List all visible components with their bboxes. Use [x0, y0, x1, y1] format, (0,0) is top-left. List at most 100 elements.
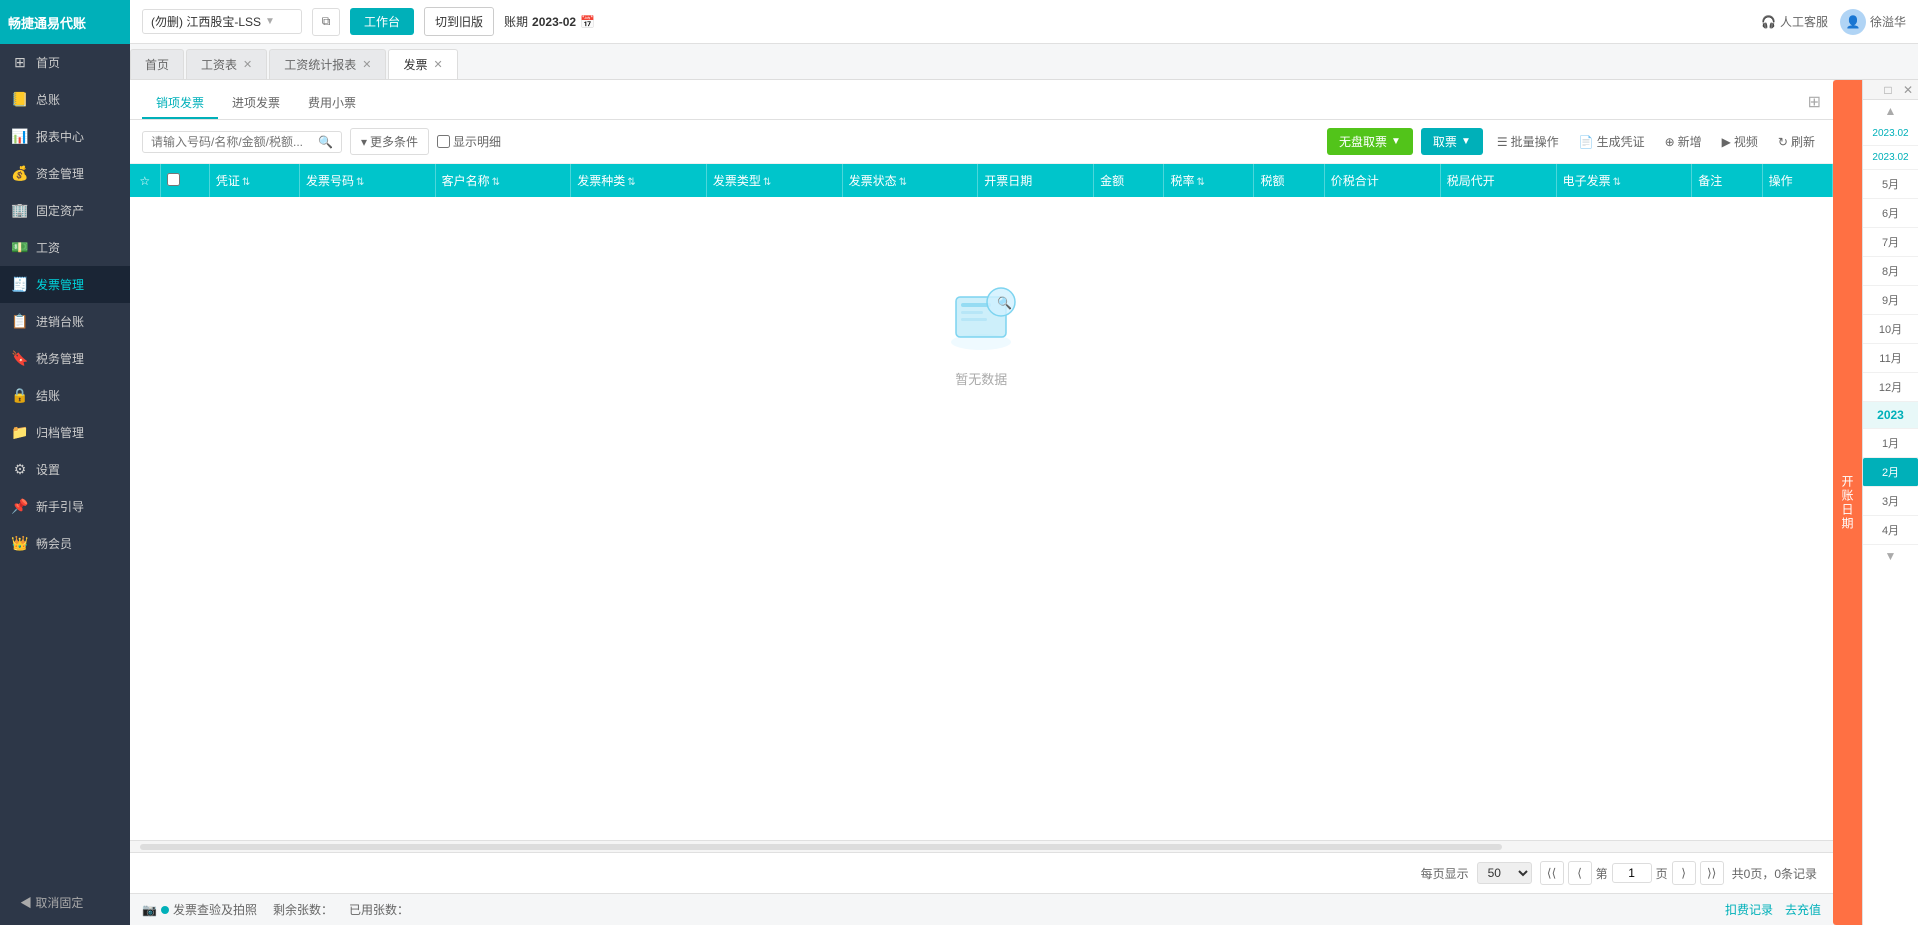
tab-close-icon[interactable]: ✕ [434, 58, 443, 71]
new-btn[interactable]: ⊕ 新增 [1659, 129, 1708, 154]
month-2023-4[interactable]: 4月 [1863, 516, 1918, 545]
col-操作: 操作 [1762, 164, 1832, 197]
sub-tab-费用小票[interactable]: 费用小票 [294, 88, 370, 119]
support-btn[interactable]: 🎧 人工客服 [1761, 13, 1828, 30]
col-发票号码[interactable]: 发票号码⇅ [299, 164, 435, 197]
close-date-panel-btn[interactable]: ✕ [1898, 80, 1918, 100]
sidebar-item-assets[interactable]: 🏢固定资产 [0, 192, 130, 229]
sub-tab-进项发票[interactable]: 进项发票 [218, 88, 294, 119]
get-ticket-dropdown-icon: ▼ [1461, 136, 1471, 147]
col-电子发票[interactable]: 电子发票⇅ [1556, 164, 1692, 197]
tab-close-icon[interactable]: ✕ [362, 58, 371, 71]
workbench-button[interactable]: 工作台 [350, 8, 414, 35]
svg-text:🔍: 🔍 [997, 295, 1012, 310]
tab-工资表[interactable]: 工资表✕ [186, 49, 267, 79]
month-11[interactable]: 11月 [1863, 344, 1918, 373]
sidebar-item-report[interactable]: 📊报表中心 [0, 118, 130, 155]
period-label: 账期 [504, 13, 528, 30]
scroll-down-btn[interactable]: ▼ [1863, 545, 1918, 567]
month-9[interactable]: 9月 [1863, 286, 1918, 315]
sidebar-item-home[interactable]: ⊞首页 [0, 44, 130, 81]
prev-page-btn[interactable]: ⟨ [1568, 861, 1592, 885]
tab-close-icon[interactable]: ✕ [243, 58, 252, 71]
month-2023-2[interactable]: 2月 [1863, 458, 1918, 487]
month-5[interactable]: 5月 [1863, 170, 1918, 199]
maximize-icon[interactable]: □ [1878, 80, 1898, 100]
sidebar-item-member[interactable]: 👑畅会员 [0, 525, 130, 562]
pin-sidebar-btn[interactable]: ◀ 取消固定 [8, 888, 122, 917]
date-entry-2[interactable]: 2023.02 [1863, 146, 1918, 170]
next-page-btn[interactable]: ⟩ [1672, 861, 1696, 885]
fee-record-link[interactable]: 扣费记录 [1725, 901, 1773, 918]
video-btn[interactable]: ▶ 视频 [1716, 129, 1764, 154]
sidebar-item-ledger[interactable]: 📒总账 [0, 81, 130, 118]
sidebar-item-salary[interactable]: 💵工资 [0, 229, 130, 266]
month-6[interactable]: 6月 [1863, 199, 1918, 228]
sidebar-item-closing[interactable]: 🔒结账 [0, 377, 130, 414]
filter-btn[interactable]: ▾ 更多条件 [350, 128, 429, 155]
copy-btn[interactable]: ⧉ [312, 8, 340, 36]
year-2023-label: 2023 [1863, 402, 1918, 429]
search-input[interactable] [151, 135, 318, 149]
month-12[interactable]: 12月 [1863, 373, 1918, 402]
tab-发票[interactable]: 发票✕ [388, 49, 457, 79]
settings-label: 设置 [36, 461, 60, 478]
month-7[interactable]: 7月 [1863, 228, 1918, 257]
month-8[interactable]: 8月 [1863, 257, 1918, 286]
sub-tab-销项发票[interactable]: 销项发票 [142, 88, 218, 119]
sidebar-item-guide[interactable]: 📌新手引导 [0, 488, 130, 525]
purchase-icon: 📋 [12, 314, 28, 330]
col-税率[interactable]: 税率⇅ [1164, 164, 1254, 197]
guide-icon: 📌 [12, 499, 28, 515]
search-box[interactable]: 🔍 [142, 131, 342, 153]
sidebar-item-cashflow[interactable]: 💰资金管理 [0, 155, 130, 192]
batch-op-btn[interactable]: ☰ 批量操作 [1491, 129, 1565, 154]
col-☆: ☆ [130, 164, 160, 197]
recharge-link[interactable]: 去充值 [1785, 901, 1821, 918]
tab-首页[interactable]: 首页 [130, 49, 184, 79]
date-entry-1[interactable]: 2023.02 [1863, 122, 1918, 146]
sidebar-item-settings[interactable]: ⚙设置 [0, 451, 130, 488]
company-selector[interactable]: (勿删) 江西股宝-LSS ▼ [142, 9, 302, 34]
topbar-right: 🎧 人工客服 👤 徐溢华 [1761, 9, 1906, 35]
calendar-icon[interactable]: 📅 [580, 15, 595, 29]
sidebar-item-tax[interactable]: 🔖税务管理 [0, 340, 130, 377]
page-unit: 页 [1656, 865, 1668, 882]
sidebar-item-invoice[interactable]: 🧾发票管理 [0, 266, 130, 303]
sidebar-item-purchase[interactable]: 📋进销台账 [0, 303, 130, 340]
empty-state: 🔍 暂无数据 [130, 197, 1833, 468]
closing-label: 结账 [36, 387, 60, 404]
col-发票类型[interactable]: 发票类型⇅ [706, 164, 842, 197]
switch-version-button[interactable]: 切到旧版 [424, 7, 494, 36]
user-menu[interactable]: 👤 徐溢华 [1840, 9, 1906, 35]
col-凭证[interactable]: 凭证⇅ [209, 164, 299, 197]
col- [160, 164, 209, 197]
show-detail-input[interactable] [437, 135, 450, 148]
grid-view-icon[interactable]: ⊞ [1808, 92, 1821, 112]
col-备注: 备注 [1692, 164, 1762, 197]
show-detail-checkbox[interactable]: 显示明细 [437, 133, 501, 150]
first-page-btn[interactable]: ⟨⟨ [1540, 861, 1564, 885]
sidebar-item-archive[interactable]: 📁归档管理 [0, 414, 130, 451]
per-page-label: 每页显示 [1421, 865, 1469, 882]
month-2023-1[interactable]: 1月 [1863, 429, 1918, 458]
last-page-btn[interactable]: ⟩⟩ [1700, 861, 1724, 885]
refresh-btn[interactable]: ↻ 刷新 [1772, 129, 1821, 154]
month-2023-3[interactable]: 3月 [1863, 487, 1918, 516]
col-发票状态[interactable]: 发票状态⇅ [842, 164, 978, 197]
col-客户名称[interactable]: 客户名称⇅ [435, 164, 571, 197]
col-发票种类[interactable]: 发票种类⇅ [571, 164, 707, 197]
per-page-select[interactable]: 102050100 [1477, 862, 1532, 884]
dropdown-icon: ▼ [265, 16, 275, 27]
month-10[interactable]: 10月 [1863, 315, 1918, 344]
used-label: 已用张数： [349, 901, 409, 918]
no-reconcile-btn[interactable]: 无盘取票 ▼ [1327, 128, 1413, 155]
select-all-checkbox[interactable] [167, 173, 180, 186]
open-date-btn[interactable]: 开账日期 [1833, 80, 1862, 925]
tab-工资统计报表[interactable]: 工资统计报表✕ [269, 49, 386, 79]
generate-voucher-btn[interactable]: 📄 生成凭证 [1573, 129, 1651, 154]
get-ticket-btn[interactable]: 取票 ▼ [1421, 128, 1483, 155]
page-input[interactable] [1612, 863, 1652, 883]
horizontal-scroll[interactable] [130, 840, 1833, 852]
scroll-up-btn[interactable]: ▲ [1863, 100, 1918, 122]
